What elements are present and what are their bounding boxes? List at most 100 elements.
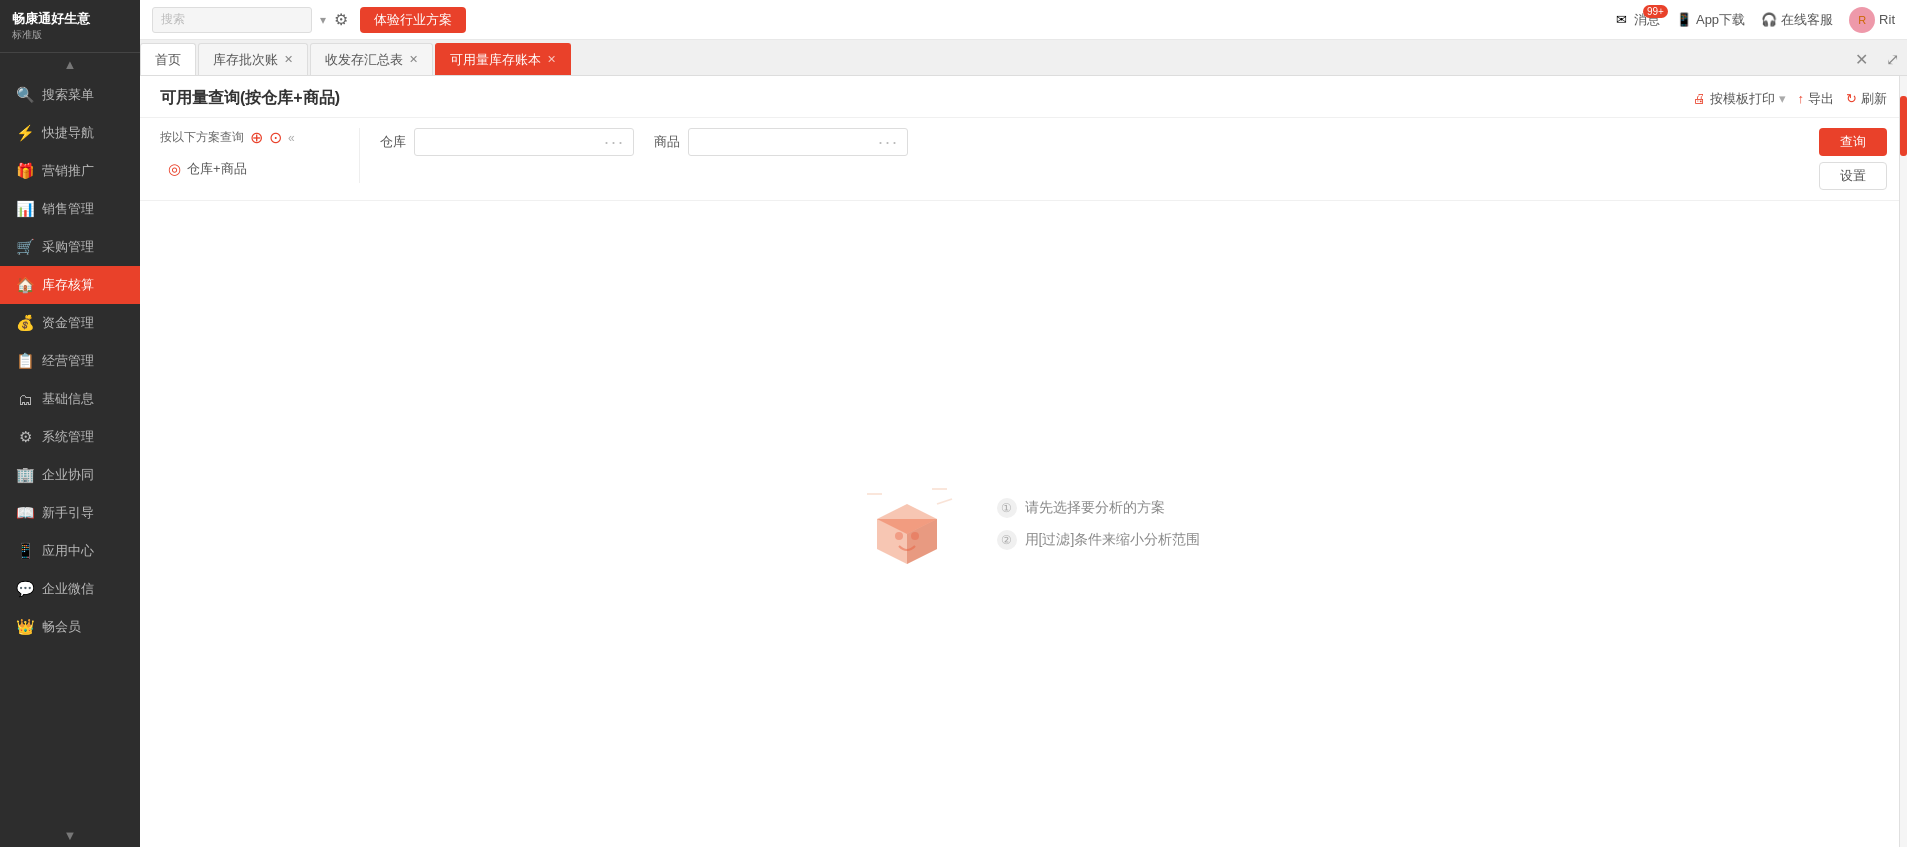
money-icon: 💰 [16, 314, 34, 332]
message-button[interactable]: ✉ 消息 99+ [1616, 11, 1660, 29]
warehouse-input[interactable]: ··· [414, 128, 634, 156]
warehouse-input-dots: ··· [604, 132, 625, 153]
close-tab-available-ledger[interactable]: ✕ [547, 53, 556, 66]
empty-tips: ① 请先选择要分析的方案 ② 用[过滤]条件来缩小分析范围 [997, 498, 1201, 550]
chevron-down-icon[interactable]: ▾ [320, 13, 326, 27]
refresh-button[interactable]: ↻ 刷新 [1846, 90, 1887, 108]
page-title: 可用量查询(按仓库+商品) [160, 88, 340, 109]
sidebar-item-search[interactable]: 🔍 搜索菜单 [0, 76, 140, 114]
sidebar: 畅康通好生意 标准版 ▲ 🔍 搜索菜单 ⚡ 快捷导航 🎁 营销推广 📊 销售管理… [0, 0, 140, 847]
svg-point-3 [895, 532, 903, 540]
sidebar-item-appcenter[interactable]: 📱 应用中心 [0, 532, 140, 570]
sidebar-item-enterprise[interactable]: 🏢 企业协同 [0, 456, 140, 494]
sidebar-item-operations[interactable]: 📋 经营管理 [0, 342, 140, 380]
sidebar-item-finance[interactable]: 💰 资金管理 [0, 304, 140, 342]
product-input[interactable]: ··· [688, 128, 908, 156]
expand-icon[interactable]: ⤢ [1878, 43, 1907, 75]
right-scrollbar [1899, 76, 1907, 847]
empty-illustration [847, 464, 967, 584]
filter-scheme-item-warehouse-product[interactable]: ◎ 仓库+商品 [160, 155, 347, 183]
warehouse-label: 仓库 [380, 133, 406, 151]
logo-sub: 标准版 [12, 28, 128, 42]
app-download-label: App下载 [1696, 11, 1745, 29]
clipboard-icon: 📋 [16, 352, 34, 370]
scrollbar-thumb[interactable] [1900, 96, 1907, 156]
export-button[interactable]: ↑ 导出 [1798, 90, 1835, 108]
sidebar-item-shortcut[interactable]: ⚡ 快捷导航 [0, 114, 140, 152]
topbar-search[interactable]: 搜索 [152, 7, 312, 33]
sidebar-item-purchase[interactable]: 🛒 采购管理 [0, 228, 140, 266]
scheme-item-label: 仓库+商品 [187, 160, 247, 178]
sidebar-item-label: 应用中心 [42, 542, 94, 560]
sidebar-item-newbie[interactable]: 📖 新手引导 [0, 494, 140, 532]
sidebar-item-system[interactable]: ⚙ 系统管理 [0, 418, 140, 456]
sidebar-nav: 🔍 搜索菜单 ⚡ 快捷导航 🎁 营销推广 📊 销售管理 🛒 采购管理 🏠 库存核… [0, 76, 140, 824]
sidebar-item-label: 基础信息 [42, 390, 94, 408]
sidebar-item-inventory[interactable]: 🏠 库存核算 [0, 266, 140, 304]
print-template-button[interactable]: 🖨 按模板打印 ▾ [1693, 90, 1786, 108]
close-tab-receive-summary[interactable]: ✕ [409, 53, 418, 66]
filter-actions: 查询 设置 [1819, 128, 1887, 190]
page-header: 可用量查询(按仓库+商品) 🖨 按模板打印 ▾ ↑ 导出 ↻ 刷新 [140, 76, 1907, 118]
sidebar-item-label: 畅会员 [42, 618, 81, 636]
tab-home[interactable]: 首页 [140, 43, 196, 75]
tip-text-1: 请先选择要分析的方案 [1025, 499, 1165, 517]
query-button[interactable]: 查询 [1819, 128, 1887, 156]
shortcut-icon: ⚡ [16, 124, 34, 142]
svg-point-4 [911, 532, 919, 540]
service-icon: 🎧 [1761, 12, 1777, 27]
empty-tip-1: ① 请先选择要分析的方案 [997, 498, 1201, 518]
filter-scheme-header: 按以下方案查询 ⊕ ⊙ « [160, 128, 347, 147]
message-badge: 99+ [1643, 5, 1668, 18]
print-chevron-icon[interactable]: ▾ [1779, 91, 1786, 106]
sidebar-scroll-up[interactable]: ▲ [0, 53, 140, 76]
close-all-tabs-button[interactable]: ✕ [1845, 43, 1878, 75]
sidebar-scroll-down[interactable]: ▼ [0, 824, 140, 847]
sidebar-item-member[interactable]: 👑 畅会员 [0, 608, 140, 646]
sidebar-item-marketing[interactable]: 🎁 营销推广 [0, 152, 140, 190]
topbar-right: ✉ 消息 99+ 📱 App下载 🎧 在线客服 R Rit [1616, 7, 1895, 33]
sidebar-item-label: 营销推广 [42, 162, 94, 180]
message-icon: ✉ [1616, 12, 1627, 27]
sidebar-item-label: 经营管理 [42, 352, 94, 370]
gear-icon: ⚙ [16, 428, 34, 446]
enterprise-icon: 🏢 [16, 466, 34, 484]
tab-available-ledger-label: 可用量库存账本 [450, 51, 541, 69]
chart-icon: 📊 [16, 200, 34, 218]
add-scheme-icon[interactable]: ⊕ [250, 128, 263, 147]
tab-available-ledger[interactable]: 可用量库存账本 ✕ [435, 43, 571, 75]
trial-industry-button[interactable]: 体验行业方案 [360, 7, 466, 33]
filter-scheme-label: 按以下方案查询 [160, 129, 244, 146]
settings-icon[interactable]: ⚙ [334, 10, 348, 29]
app-download-button[interactable]: 📱 App下载 [1676, 11, 1745, 29]
sidebar-item-sales[interactable]: 📊 销售管理 [0, 190, 140, 228]
sidebar-item-basic[interactable]: 🗂 基础信息 [0, 380, 140, 418]
sidebar-item-corpwechat[interactable]: 💬 企业微信 [0, 570, 140, 608]
mobile-icon: 📱 [16, 542, 34, 560]
phone-icon: 📱 [1676, 12, 1692, 27]
user-menu[interactable]: R Rit [1849, 7, 1895, 33]
topbar: 搜索 ▾ ⚙ 体验行业方案 ✉ 消息 99+ 📱 App下载 🎧 在线客服 R … [140, 0, 1907, 40]
tab-batch-account-label: 库存批次账 [213, 51, 278, 69]
page-header-actions: 🖨 按模板打印 ▾ ↑ 导出 ↻ 刷新 [1693, 90, 1888, 108]
sidebar-item-label: 库存核算 [42, 276, 94, 294]
product-label: 商品 [654, 133, 680, 151]
online-service-button[interactable]: 🎧 在线客服 [1761, 11, 1833, 29]
gift-icon: 🎁 [16, 162, 34, 180]
sidebar-item-label: 快捷导航 [42, 124, 94, 142]
folder-icon: 🗂 [16, 391, 34, 408]
tab-batch-account[interactable]: 库存批次账 ✕ [198, 43, 308, 75]
collapse-icon[interactable]: « [288, 131, 295, 145]
close-tab-batch-account[interactable]: ✕ [284, 53, 293, 66]
tip-text-2: 用[过滤]条件来缩小分析范围 [1025, 531, 1201, 549]
refresh-label: 刷新 [1861, 90, 1887, 108]
sidebar-item-label: 系统管理 [42, 428, 94, 446]
search-placeholder: 搜索 [161, 11, 185, 28]
sidebar-item-label: 搜索菜单 [42, 86, 94, 104]
setting-button[interactable]: 设置 [1819, 162, 1887, 190]
logo-title: 畅康通好生意 [12, 10, 128, 28]
product-input-dots: ··· [878, 132, 899, 153]
tab-receive-summary[interactable]: 收发存汇总表 ✕ [310, 43, 433, 75]
print-icon: 🖨 [1693, 91, 1706, 106]
settings-scheme-icon[interactable]: ⊙ [269, 128, 282, 147]
